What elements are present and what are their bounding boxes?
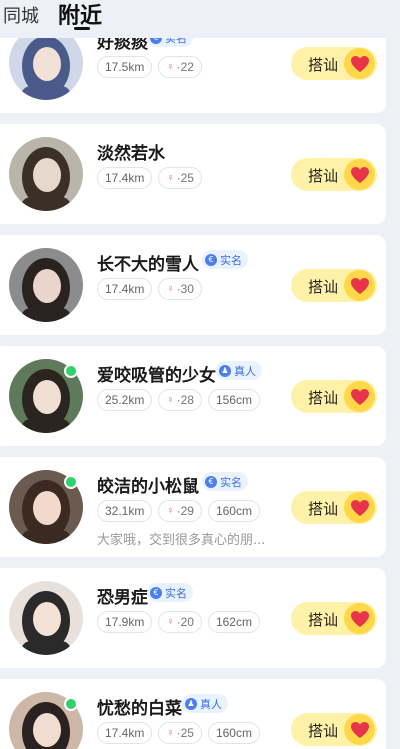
distance-tag: 17.9km	[97, 611, 153, 633]
user-tags: 25.2km ♀ ·28 156cm	[97, 389, 260, 411]
age-value: ·25	[176, 726, 194, 740]
age-tag: ♀ ·25	[158, 167, 202, 189]
person-verified-icon: ♟	[219, 364, 231, 377]
user-name: 皎洁的小松鼠	[97, 477, 199, 497]
heart-icon	[344, 603, 375, 634]
distance-tag: 32.1km	[97, 500, 153, 522]
online-status-dot	[64, 364, 78, 378]
user-card[interactable]: 长不大的雪人 € 实名 17.4km ♀ ·30 搭讪	[0, 235, 386, 335]
age-value: ·25	[176, 171, 194, 185]
chat-button-label: 搭讪	[308, 389, 339, 407]
female-icon: ♀	[166, 616, 175, 628]
chat-button-label: 搭讪	[308, 500, 339, 518]
id-verified-icon: €	[205, 253, 217, 266]
user-tags: 17.9km ♀ ·20 162cm	[97, 611, 260, 633]
id-verified-icon: €	[150, 586, 162, 599]
user-tags: 17.5km ♀ ·22	[97, 56, 202, 78]
distance-tag: 17.4km	[97, 722, 153, 744]
age-tag: ♀ ·28	[158, 389, 202, 411]
online-status-dot	[64, 475, 78, 489]
heart-icon	[344, 381, 375, 412]
avatar[interactable]	[9, 137, 83, 211]
height-tag: 156cm	[207, 389, 260, 411]
user-name: 爱咬吸管的少女	[97, 366, 216, 386]
user-tags: 17.4km ♀ ·30	[97, 278, 202, 300]
age-value: ·22	[176, 60, 194, 74]
age-tag: ♀ ·22	[158, 56, 202, 78]
real-person-badge: ♟ 真人	[182, 694, 228, 713]
age-value: ·29	[176, 504, 194, 518]
distance-tag: 17.4km	[97, 167, 153, 189]
female-icon: ♀	[166, 283, 175, 295]
chat-button[interactable]: 搭讪	[291, 47, 377, 80]
user-card[interactable]: 恐男症 € 实名 17.9km ♀ ·20 162cm 搭讪	[0, 568, 386, 668]
avatar[interactable]	[9, 248, 83, 322]
chat-button-label: 搭讪	[308, 167, 339, 185]
distance-tag: 25.2km	[97, 389, 153, 411]
real-name-badge: €实名	[202, 472, 248, 491]
female-icon: ♀	[166, 727, 175, 739]
age-value: ·30	[176, 282, 194, 296]
badge-label: 真人	[200, 697, 222, 711]
chat-button-label: 搭讪	[308, 722, 339, 740]
age-tag: ♀ ·30	[158, 278, 202, 300]
heart-icon	[344, 714, 375, 745]
online-status-dot	[64, 697, 78, 711]
nearby-user-list: 好痰痰€实名17.5km♀·22搭讪淡然若水17.4km♀·25搭讪长不大的雪人…	[0, 0, 400, 749]
user-card[interactable]: 忧愁的白菜 ♟ 真人 17.4km ♀ ·25 160cm 搭讪	[0, 679, 386, 749]
top-tab-bar: 同城 附近	[0, 0, 400, 38]
height-tag: 162cm	[207, 611, 260, 633]
avatar[interactable]	[9, 581, 83, 655]
chat-button-label: 搭讪	[308, 56, 339, 74]
real-name-badge: €实名	[147, 583, 193, 602]
user-card[interactable]: 爱咬吸管的少女 ♟ 真人 25.2km ♀ ·28 156cm 搭讪	[0, 346, 386, 446]
female-icon: ♀	[166, 505, 175, 517]
badge-label: 实名	[220, 475, 242, 489]
chat-button[interactable]: 搭讪	[291, 158, 377, 191]
age-tag: ♀ ·29	[158, 500, 202, 522]
female-icon: ♀	[166, 394, 175, 406]
badge-label: 实名	[165, 586, 187, 600]
heart-icon	[344, 492, 375, 523]
height-tag: 160cm	[207, 722, 260, 744]
user-name: 淡然若水	[97, 144, 165, 164]
chat-button[interactable]: 搭讪	[291, 491, 377, 524]
user-tags: 32.1km ♀ ·29 160cm	[97, 500, 260, 522]
chat-button-label: 搭讪	[308, 611, 339, 629]
distance-tag: 17.4km	[97, 278, 153, 300]
heart-icon	[344, 48, 375, 79]
tab-city[interactable]: 同城	[3, 2, 39, 28]
user-card[interactable]: 淡然若水 17.4km ♀ ·25 搭讪	[0, 124, 386, 224]
user-name: 忧愁的白菜	[97, 699, 182, 719]
real-person-badge: ♟ 真人	[216, 361, 262, 380]
female-icon: ♀	[166, 61, 175, 73]
height-tag: 160cm	[207, 500, 260, 522]
badge-label: 实名	[220, 253, 242, 267]
heart-icon	[344, 270, 375, 301]
user-name: 长不大的雪人	[97, 255, 199, 275]
chat-button-label: 搭讪	[308, 278, 339, 296]
female-icon: ♀	[166, 172, 175, 184]
chat-button[interactable]: 搭讪	[291, 269, 377, 302]
active-tab-indicator	[74, 27, 90, 30]
user-card[interactable]: 皎洁的小松鼠 € 实名 32.1km ♀ ·29 160cm 大家哦，交到很多真心的朋... 搭…	[0, 457, 386, 557]
badge-label: 真人	[234, 364, 256, 378]
chat-button[interactable]: 搭讪	[291, 713, 377, 746]
chat-button[interactable]: 搭讪	[291, 380, 377, 413]
user-tags: 17.4km ♀ ·25 160cm	[97, 722, 260, 744]
distance-tag: 17.5km	[97, 56, 153, 78]
tab-nearby[interactable]: 附近	[58, 0, 102, 30]
heart-icon	[344, 159, 375, 190]
user-name: 恐男症	[97, 588, 148, 608]
real-name-badge: €实名	[202, 250, 248, 269]
person-verified-icon: ♟	[185, 697, 197, 710]
user-tags: 17.4km ♀ ·25	[97, 167, 202, 189]
age-value: ·20	[176, 615, 194, 629]
user-bio: 大家哦，交到很多真心的朋...	[97, 533, 266, 548]
age-tag: ♀ ·25	[158, 722, 202, 744]
age-value: ·28	[176, 393, 194, 407]
age-tag: ♀ ·20	[158, 611, 202, 633]
chat-button[interactable]: 搭讪	[291, 602, 377, 635]
id-verified-icon: €	[205, 475, 217, 488]
